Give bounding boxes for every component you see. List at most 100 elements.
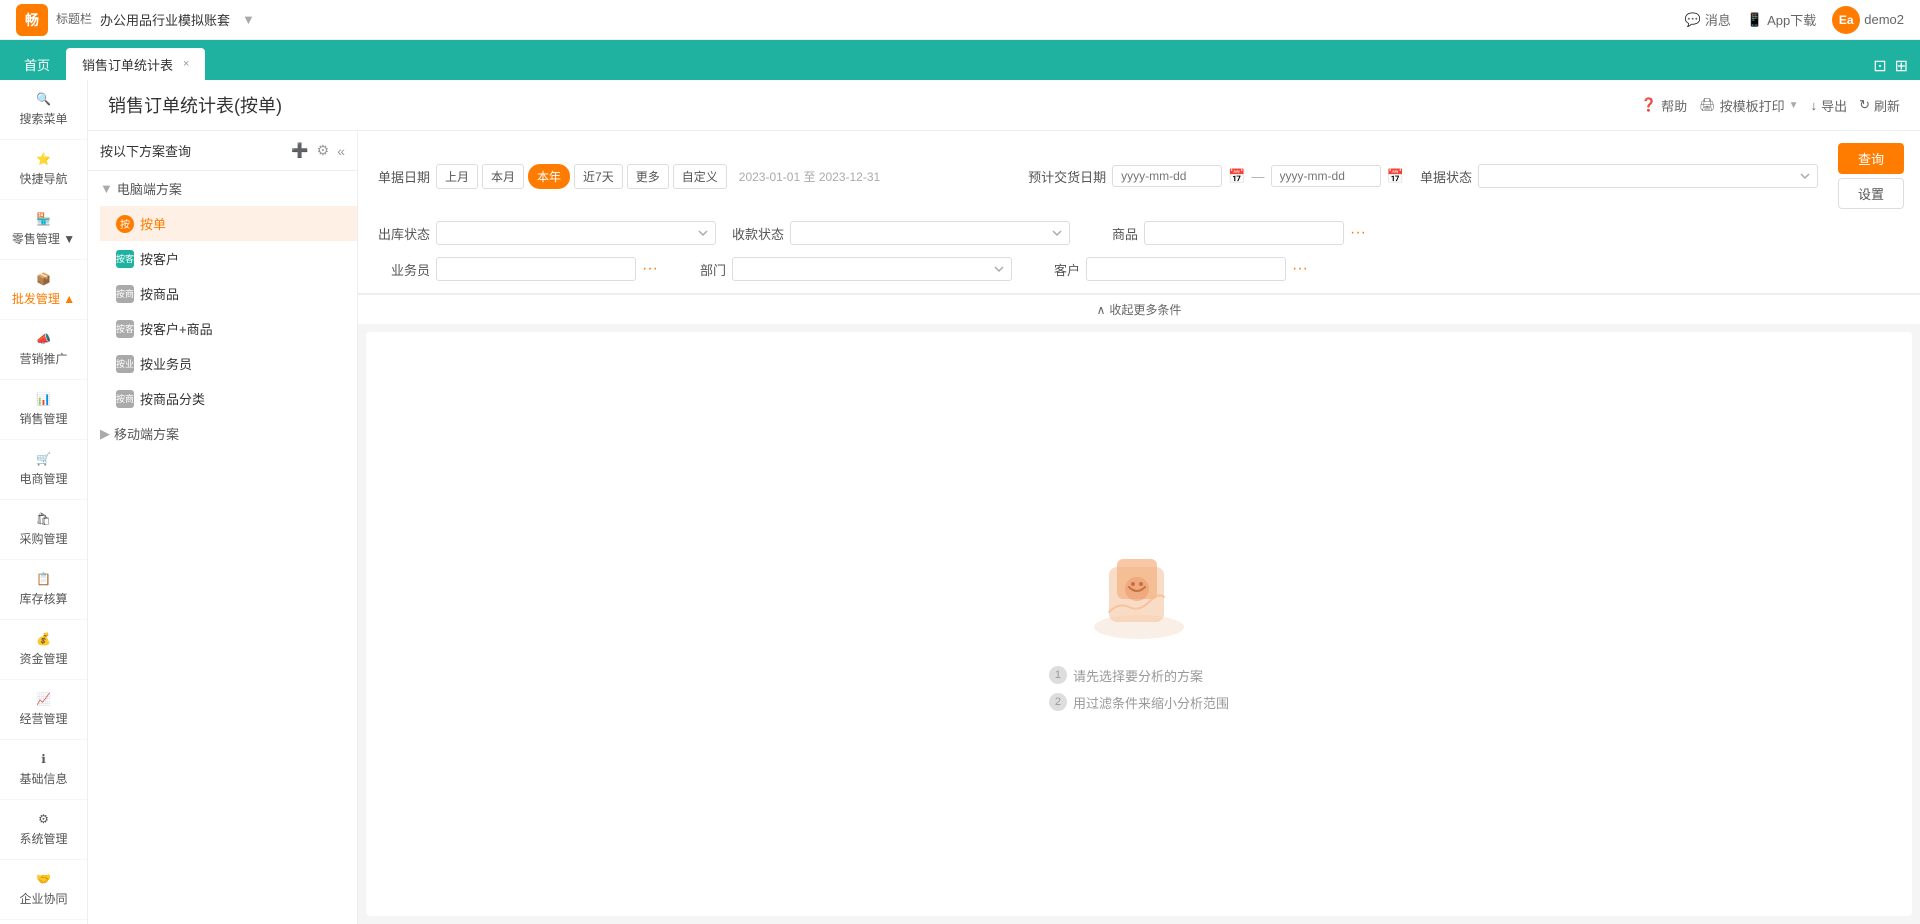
tree-icon-salesperson: 按业	[116, 355, 134, 373]
tree-group-mobile[interactable]: ▶ 移动端方案	[88, 416, 357, 451]
sidebar-item-search[interactable]: 🔍 搜索菜单	[0, 80, 87, 140]
query-btn[interactable]: 查询	[1838, 143, 1904, 174]
sidebar-item-retail[interactable]: 🏪 零售管理 ▼	[0, 200, 87, 260]
tree-icon-order: 按	[116, 215, 134, 233]
left-panel-header: 按以下方案查询 ➕ ⚙ «	[88, 131, 357, 171]
status-label: 单据状态	[1416, 167, 1472, 186]
customer-input[interactable]	[1086, 257, 1286, 281]
tree-item-by-category[interactable]: 按商 按商品分类	[100, 381, 357, 416]
export-btn[interactable]: ↓ 导出	[1811, 96, 1848, 115]
right-btns: 查询 设置	[1830, 143, 1904, 209]
date-btn-last-month[interactable]: 上月	[436, 164, 478, 189]
page-header-actions: ❓ 帮助 🖨 按模板打印 ▼ ↓ 导出 ↻ 刷新	[1641, 96, 1900, 115]
refresh-btn[interactable]: ↻ 刷新	[1859, 96, 1900, 115]
topbar: 畅 标题栏 办公用品行业模拟账套 ▼ 💬 消息 📱 App下载 Ea demo2	[0, 0, 1920, 40]
sidebar-item-newuser[interactable]: 🎯 新手引导	[0, 920, 87, 924]
quicknav-icon: ⭐	[36, 152, 51, 166]
sales-icon: 📊	[36, 392, 51, 406]
date-btn-more[interactable]: 更多	[627, 164, 669, 189]
print-dropdown-icon: ▼	[1789, 100, 1799, 111]
department-select[interactable]	[732, 257, 1012, 281]
date-to-calendar-icon[interactable]: 📅	[1387, 168, 1404, 185]
filter-payment-item: 收款状态	[728, 221, 1070, 245]
print-btn[interactable]: 🖨 按模板打印 ▼	[1699, 96, 1798, 115]
sidebar-item-operations[interactable]: 📈 经营管理	[0, 680, 87, 740]
sidebar-item-system[interactable]: ⚙ 系统管理	[0, 800, 87, 860]
payment-select[interactable]	[790, 221, 1070, 245]
date-btn-this-year[interactable]: 本年	[528, 164, 570, 189]
tree-item-by-product[interactable]: 按商 按商品	[100, 276, 357, 311]
filter-product-item: 商品 ···	[1082, 221, 1366, 245]
tab-maximize-btn[interactable]: ⊞	[1891, 52, 1912, 80]
warehouse-label: 出库状态	[374, 224, 430, 243]
customer-more-btn[interactable]: ···	[1292, 260, 1308, 278]
tab-sales-order-stats[interactable]: 销售订单统计表 ×	[66, 48, 205, 80]
tree-item-by-salesperson[interactable]: 按业 按业务员	[100, 346, 357, 381]
salesperson-input[interactable]	[436, 257, 636, 281]
customer-label: 客户	[1024, 260, 1080, 279]
collapse-panel-btn[interactable]: «	[337, 143, 345, 159]
sidebar-item-marketing[interactable]: 📣 营销推广	[0, 320, 87, 380]
tree-item-by-order[interactable]: 按 按单	[100, 206, 357, 241]
expected-date-from-input[interactable]	[1112, 165, 1222, 187]
warehouse-select[interactable]	[436, 221, 716, 245]
user-profile[interactable]: Ea demo2	[1832, 6, 1904, 34]
tab-home[interactable]: 首页	[8, 48, 66, 80]
app-title-arrow[interactable]: ▼	[242, 12, 255, 27]
sidebar-item-wholesale[interactable]: 📦 批发管理 ▲	[0, 260, 87, 320]
product-label: 商品	[1082, 224, 1138, 243]
content-body: 按以下方案查询 ➕ ⚙ « ▼ 电脑端方案 按 按单	[88, 131, 1920, 924]
logo-subtext: 标题栏	[56, 12, 92, 26]
filter-customer-item: 客户 ···	[1024, 257, 1308, 281]
hint-num-1: 1	[1049, 666, 1067, 684]
right-panel: 单据日期 上月 本月 本年 近7天 更多 自定义 2023-01-0	[358, 131, 1920, 924]
app-download-btn[interactable]: 📱 App下载	[1747, 10, 1816, 29]
sidebar-item-quicknav[interactable]: ⭐ 快捷导航	[0, 140, 87, 200]
finance-icon: 💰	[36, 632, 51, 646]
add-scheme-btn[interactable]: ➕	[291, 142, 308, 159]
tree-icon-category: 按商	[116, 390, 134, 408]
message-btn[interactable]: 💬 消息	[1685, 10, 1731, 29]
date-from-calendar-icon[interactable]: 📅	[1228, 168, 1245, 185]
empty-state: 1 请先选择要分析的方案 2 用过滤条件来缩小分析范围	[366, 332, 1912, 916]
settings-scheme-btn[interactable]: ⚙	[317, 142, 330, 159]
tab-close-btn[interactable]: ×	[183, 58, 189, 70]
sidebar-item-ecommerce[interactable]: 🛒 电商管理	[0, 440, 87, 500]
tree-icon-customer: 按客	[116, 250, 134, 268]
main-layout: 🔍 搜索菜单 ⭐ 快捷导航 🏪 零售管理 ▼ 📦 批发管理 ▲ 📣 营销推广 📊…	[0, 80, 1920, 924]
tree-item-by-customer[interactable]: 按客 按客户	[100, 241, 357, 276]
date-separator: —	[1252, 169, 1265, 184]
date-btn-this-month[interactable]: 本月	[482, 164, 524, 189]
sidebar-item-basic-info[interactable]: ℹ 基础信息	[0, 740, 87, 800]
wholesale-icon: 📦	[36, 272, 51, 286]
print-icon: 🖨	[1699, 97, 1716, 113]
filter-date-item: 单据日期 上月 本月 本年 近7天 更多 自定义	[374, 164, 727, 189]
help-btn[interactable]: ❓ 帮助	[1641, 96, 1687, 115]
enterprise-icon: 🤝	[36, 872, 51, 886]
sidebar-item-inventory[interactable]: 📋 库存核算	[0, 560, 87, 620]
product-more-btn[interactable]: ···	[1350, 224, 1366, 242]
status-select[interactable]	[1478, 164, 1818, 188]
settings-btn[interactable]: 设置	[1838, 178, 1904, 209]
date-range-text: 2023-01-01 至 2023-12-31	[739, 168, 880, 185]
empty-hints: 1 请先选择要分析的方案 2 用过滤条件来缩小分析范围	[1049, 666, 1229, 712]
tree-item-by-customer-product[interactable]: 按客 按客户+商品	[100, 311, 357, 346]
sidebar-item-sales[interactable]: 📊 销售管理	[0, 380, 87, 440]
sidebar-item-purchase[interactable]: 🛍 采购管理	[0, 500, 87, 560]
tree-group-pc[interactable]: ▼ 电脑端方案	[88, 171, 357, 206]
filter-row-1: 单据日期 上月 本月 本年 近7天 更多 自定义 2023-01-0	[374, 143, 1904, 209]
tree-mobile-arrow: ▶	[100, 426, 110, 442]
salesperson-more-btn[interactable]: ···	[642, 260, 658, 278]
tabbar: 首页 销售订单统计表 × ⊡ ⊞	[0, 40, 1920, 80]
sidebar-item-enterprise[interactable]: 🤝 企业协同	[0, 860, 87, 920]
collapse-bar[interactable]: ∧ 收起更多条件	[358, 294, 1920, 324]
date-btn-custom[interactable]: 自定义	[673, 164, 727, 189]
sidebar-item-finance[interactable]: 💰 资金管理	[0, 620, 87, 680]
message-icon: 💬	[1685, 12, 1701, 28]
product-input[interactable]	[1144, 221, 1344, 245]
expected-date-to-input[interactable]	[1271, 165, 1381, 187]
filter-expected-date-item: 预计交货日期 📅 — 📅	[1028, 165, 1404, 187]
tab-minimize-btn[interactable]: ⊡	[1869, 52, 1890, 80]
date-btn-7days[interactable]: 近7天	[574, 164, 623, 189]
marketing-icon: 📣	[36, 332, 51, 346]
